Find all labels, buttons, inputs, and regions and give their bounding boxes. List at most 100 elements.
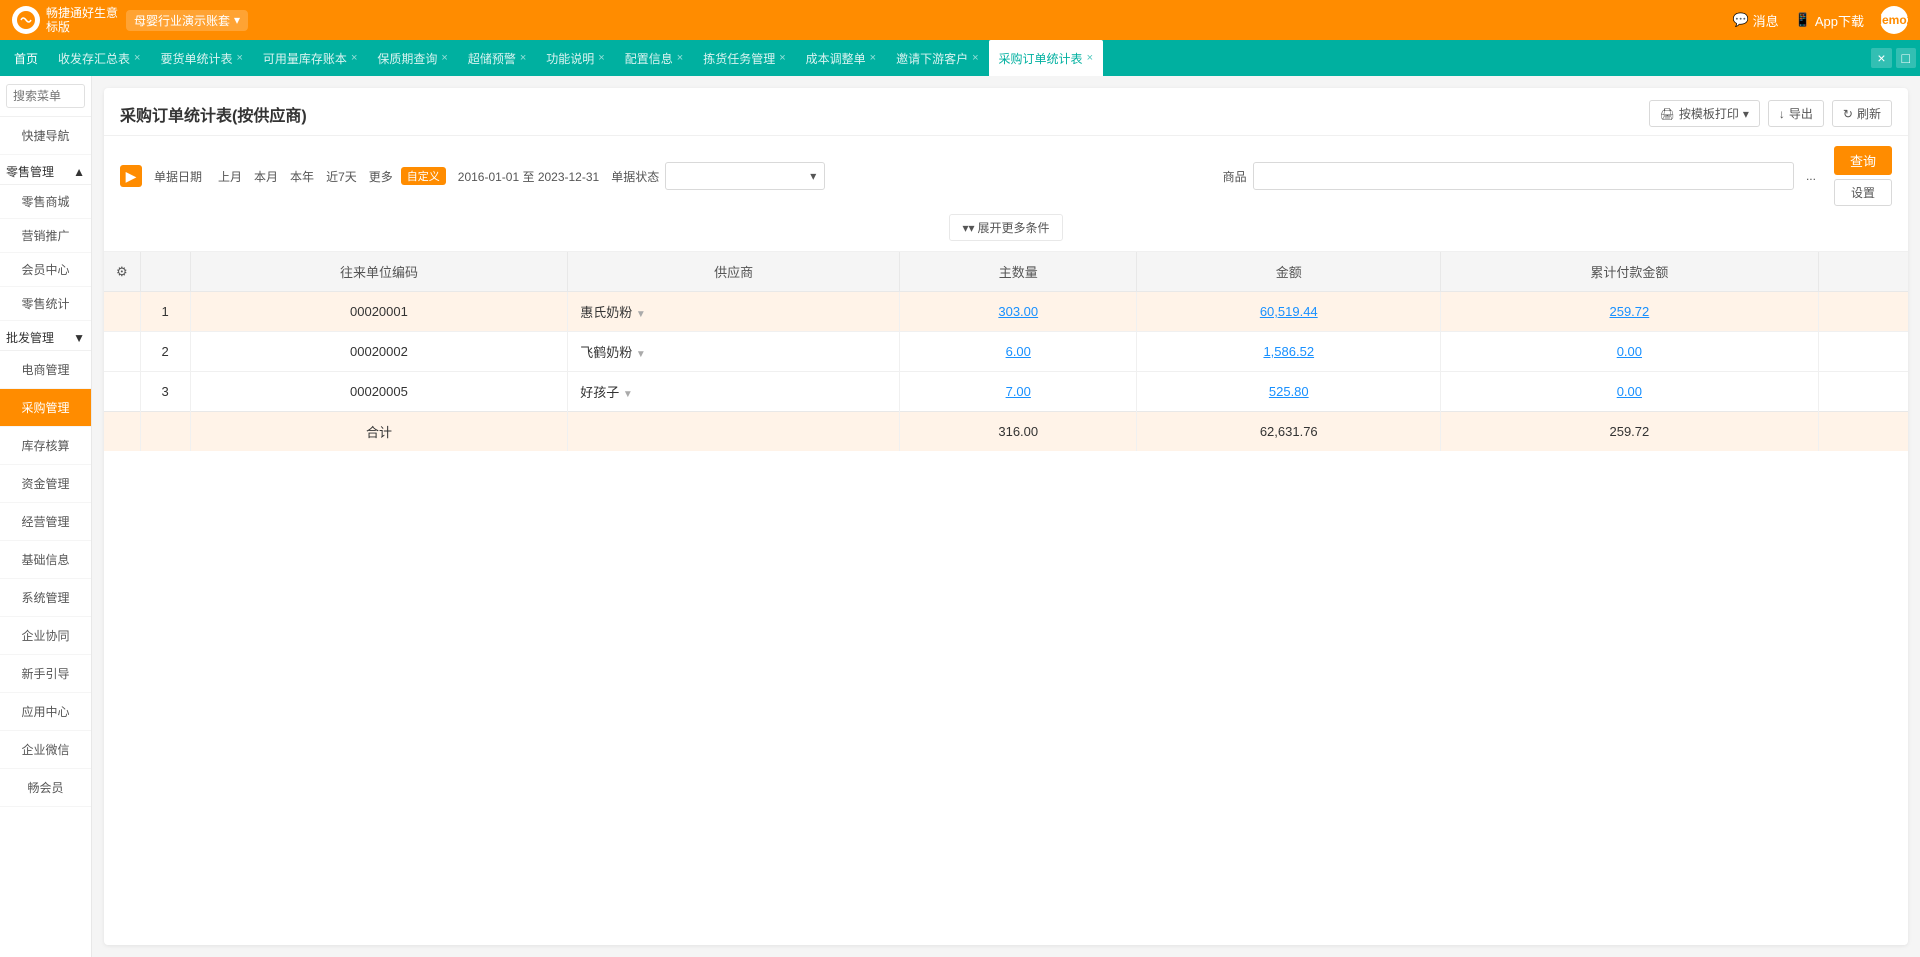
sidebar-item-caigou[interactable]: 采购管理 bbox=[0, 389, 91, 427]
sidebar-item-zijin[interactable]: 资金管理 bbox=[0, 465, 91, 503]
sidebar-sub-lingshao-mall[interactable]: 零售商城 bbox=[0, 185, 91, 219]
goods-input[interactable] bbox=[1253, 162, 1794, 190]
table-row[interactable]: 3 00020005 好孩子 ▼ 7.00 525.80 0.00 bbox=[104, 372, 1908, 412]
template-print-button[interactable]: 🖨 按模板打印 ▾ bbox=[1649, 100, 1760, 127]
sidebar: 快捷导航 零售管理 ▲ 零售商城 营销推广 会员中心 零售统计 批发管理 ▼ 电… bbox=[0, 76, 92, 957]
refresh-button[interactable]: ↻ 刷新 bbox=[1832, 100, 1892, 127]
workspace-selector[interactable]: 母婴行业演示账套 ▾ bbox=[126, 10, 248, 31]
tab-zhihuo[interactable]: 拣货任务管理 × bbox=[693, 40, 795, 76]
shortcut-last-month[interactable]: 上月 bbox=[214, 167, 246, 186]
sidebar-item-xinshou[interactable]: 新手引导 bbox=[0, 655, 91, 693]
tab-close-gongneng[interactable]: × bbox=[598, 52, 604, 64]
tab-gongneng[interactable]: 功能说明 × bbox=[536, 40, 614, 76]
cell-unit-code: 00020005 bbox=[190, 372, 568, 412]
table-row[interactable]: 2 00020002 飞鹤奶粉 ▼ 6.00 1,586.52 0.00 bbox=[104, 332, 1908, 372]
page-title: 采购订单统计表(按供应商) bbox=[120, 102, 307, 126]
tab-shoufa[interactable]: 收发存汇总表 × bbox=[48, 40, 150, 76]
sidebar-item-xitong[interactable]: 系统管理 bbox=[0, 579, 91, 617]
tab-close-baoyuan[interactable]: × bbox=[441, 52, 447, 64]
settings-button[interactable]: 设置 bbox=[1834, 179, 1892, 206]
tab-home[interactable]: 首页 bbox=[4, 40, 48, 76]
nav-tabs-end: × □ bbox=[1871, 48, 1916, 68]
sidebar-item-dianshang[interactable]: 电商管理 bbox=[0, 351, 91, 389]
expand-more-button[interactable]: ▾▾ 展开更多条件 bbox=[949, 214, 1062, 241]
data-table: ⚙ 往来单位编码 供应商 主数量 金额 累计付款金额 bbox=[104, 252, 1908, 451]
tab-yaohuo[interactable]: 要货单统计表 × bbox=[150, 40, 252, 76]
tab-yaoqing[interactable]: 邀请下游客户 × bbox=[886, 40, 988, 76]
tab-close-yaoqing[interactable]: × bbox=[972, 52, 978, 64]
cell-amount[interactable]: 525.80 bbox=[1137, 372, 1441, 412]
top-bar: 畅捷通好生意 标版 母婴行业演示账套 ▾ 💬 消息 📱 App下载 demo2 bbox=[0, 0, 1920, 40]
sidebar-sub-huiyuan[interactable]: 会员中心 bbox=[0, 253, 91, 287]
status-label: 单据状态 bbox=[611, 168, 659, 185]
cell-paid[interactable]: 259.72 bbox=[1441, 292, 1819, 332]
export-button[interactable]: ↓ 导出 bbox=[1768, 100, 1824, 127]
shortcut-this-month[interactable]: 本月 bbox=[250, 167, 282, 186]
th-gear[interactable]: ⚙ bbox=[104, 252, 140, 292]
tab-close-keyong[interactable]: × bbox=[351, 52, 357, 64]
filter-row-main: ▶ 单据日期 上月 本月 本年 近7天 更多 自定义 2016-01-01 至 … bbox=[120, 146, 1892, 206]
tab-peizhi[interactable]: 配置信息 × bbox=[615, 40, 693, 76]
shortcut-more[interactable]: 更多 bbox=[365, 167, 397, 186]
search-input[interactable] bbox=[6, 84, 85, 108]
shortcut-this-year[interactable]: 本年 bbox=[286, 167, 318, 186]
sidebar-sub-lingshao-stat[interactable]: 零售统计 bbox=[0, 287, 91, 321]
tab-caigou[interactable]: 采购订单统计表 × bbox=[989, 40, 1103, 76]
tab-close-chengben[interactable]: × bbox=[870, 52, 876, 64]
sidebar-item-yingyong[interactable]: 应用中心 bbox=[0, 693, 91, 731]
tab-chengben[interactable]: 成本调整单 × bbox=[796, 40, 886, 76]
toggle-icon: ▶ bbox=[126, 168, 137, 185]
message-button[interactable]: 💬 消息 bbox=[1732, 11, 1778, 30]
tab-close-zhihuo[interactable]: × bbox=[779, 52, 785, 64]
tab-close-peizhi[interactable]: × bbox=[677, 52, 683, 64]
table-header-row: ⚙ 往来单位编码 供应商 主数量 金额 累计付款金额 bbox=[104, 252, 1908, 292]
cell-unit-code: 00020002 bbox=[190, 332, 568, 372]
user-avatar[interactable]: demo2 bbox=[1880, 6, 1908, 34]
footer-label: 合计 bbox=[190, 412, 568, 452]
table-row[interactable]: 1 00020001 惠氏奶粉 ▼ 303.00 60,519.44 259.7… bbox=[104, 292, 1908, 332]
export-icon: ↓ bbox=[1779, 107, 1785, 121]
tab-chaochun[interactable]: 超储预警 × bbox=[458, 40, 536, 76]
cell-qty[interactable]: 303.00 bbox=[900, 292, 1137, 332]
cell-paid[interactable]: 0.00 bbox=[1441, 332, 1819, 372]
tab-baoyuan[interactable]: 保质期查询 × bbox=[367, 40, 457, 76]
table-body: 1 00020001 惠氏奶粉 ▼ 303.00 60,519.44 259.7… bbox=[104, 292, 1908, 412]
sidebar-item-jichu[interactable]: 基础信息 bbox=[0, 541, 91, 579]
tab-close-shoufa[interactable]: × bbox=[134, 52, 140, 64]
app-download-button[interactable]: 📱 App下载 bbox=[1795, 11, 1864, 30]
cell-amount[interactable]: 1,586.52 bbox=[1137, 332, 1441, 372]
sidebar-item-quick-nav[interactable]: 快捷导航 bbox=[0, 117, 91, 155]
sidebar-item-chang-huiyuan[interactable]: 畅会员 bbox=[0, 769, 91, 807]
tab-keyong[interactable]: 可用量库存账本 × bbox=[253, 40, 367, 76]
tab-close-yaohuo[interactable]: × bbox=[236, 52, 242, 64]
sidebar-item-lingshao[interactable]: 零售管理 ▲ bbox=[0, 155, 91, 185]
status-select[interactable]: ▾ bbox=[665, 162, 825, 190]
footer-seq bbox=[140, 412, 190, 452]
shortcut-7days[interactable]: 近7天 bbox=[322, 167, 361, 186]
close-all-tabs-button[interactable]: × bbox=[1871, 48, 1891, 68]
cell-qty[interactable]: 6.00 bbox=[900, 332, 1137, 372]
maximize-button[interactable]: □ bbox=[1896, 48, 1916, 68]
cell-qty[interactable]: 7.00 bbox=[900, 372, 1137, 412]
sidebar-item-qiye-weixin[interactable]: 企业微信 bbox=[0, 731, 91, 769]
tab-close-caigou[interactable]: × bbox=[1087, 52, 1093, 64]
th-qty: 主数量 bbox=[900, 252, 1137, 292]
query-button[interactable]: 查询 bbox=[1834, 146, 1892, 175]
cell-seq: 2 bbox=[140, 332, 190, 372]
page-actions: 🖨 按模板打印 ▾ ↓ 导出 ↻ 刷新 bbox=[1649, 100, 1892, 127]
cell-amount[interactable]: 60,519.44 bbox=[1137, 292, 1441, 332]
cell-gear bbox=[104, 332, 140, 372]
sidebar-item-qiye-xietong[interactable]: 企业协同 bbox=[0, 617, 91, 655]
sidebar-sub-yingxiao[interactable]: 营销推广 bbox=[0, 219, 91, 253]
main-layout: 快捷导航 零售管理 ▲ 零售商城 营销推广 会员中心 零售统计 批发管理 ▼ 电… bbox=[0, 76, 1920, 957]
date-custom-tag[interactable]: 自定义 bbox=[401, 167, 446, 185]
cell-paid[interactable]: 0.00 bbox=[1441, 372, 1819, 412]
sidebar-item-kucun[interactable]: 库存核算 bbox=[0, 427, 91, 465]
sidebar-item-jingying[interactable]: 经营管理 bbox=[0, 503, 91, 541]
page-card: 采购订单统计表(按供应商) 🖨 按模板打印 ▾ ↓ 导出 ↻ 刷新 bbox=[104, 88, 1908, 945]
goods-filter-group: 商品 ... bbox=[1223, 162, 1822, 190]
sidebar-item-pifa[interactable]: 批发管理 ▼ bbox=[0, 321, 91, 351]
tab-close-chaochun[interactable]: × bbox=[520, 52, 526, 64]
filter-toggle-button[interactable]: ▶ bbox=[120, 165, 142, 187]
more-button[interactable]: ... bbox=[1800, 167, 1822, 185]
